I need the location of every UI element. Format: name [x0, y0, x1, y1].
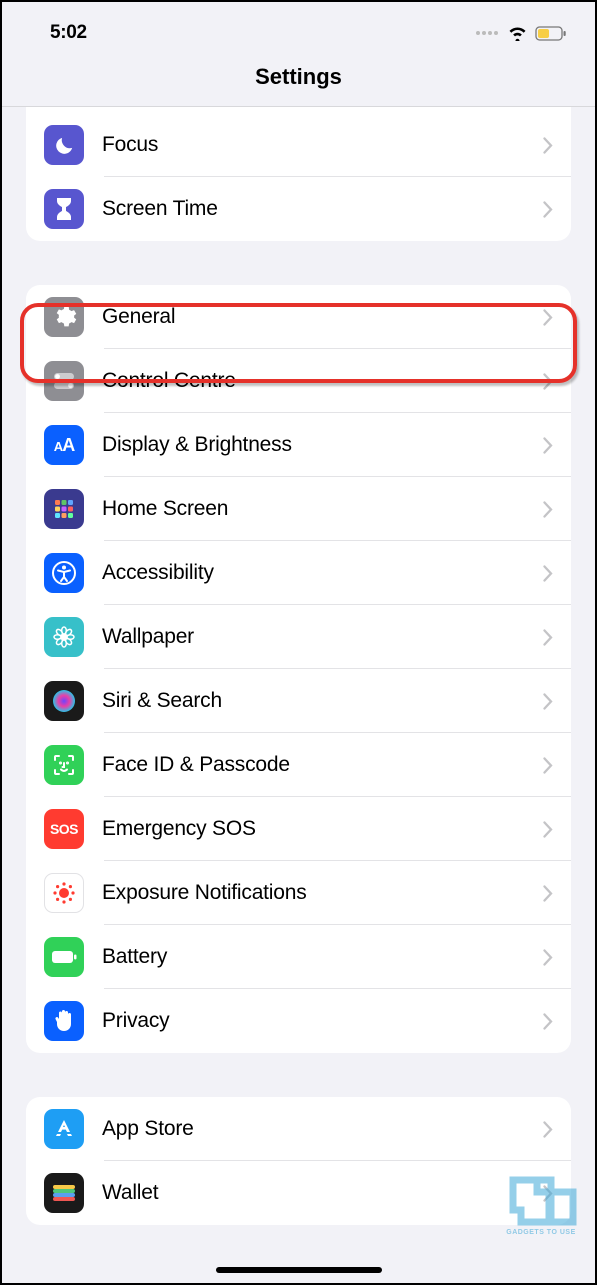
- face-id-icon: [44, 745, 84, 785]
- chevron-right-icon: [543, 501, 553, 518]
- appstore-icon: [44, 1109, 84, 1149]
- hourglass-icon: [44, 189, 84, 229]
- chevron-right-icon: [543, 629, 553, 646]
- row-label: Siri & Search: [102, 689, 543, 713]
- accessibility-icon: [44, 553, 84, 593]
- switches-icon: [44, 361, 84, 401]
- chevron-right-icon: [543, 137, 553, 154]
- cellular-icon: [476, 31, 498, 35]
- chevron-right-icon: [543, 201, 553, 218]
- exposure-icon: [44, 873, 84, 913]
- row-control-centre[interactable]: Control Centre: [26, 349, 571, 413]
- flower-icon: [44, 617, 84, 657]
- row-label: Control Centre: [102, 369, 543, 393]
- sos-icon: SOS: [44, 809, 84, 849]
- chevron-right-icon: [543, 1013, 553, 1030]
- text-size-icon: AA: [44, 425, 84, 465]
- chevron-right-icon: [543, 885, 553, 902]
- row-label: Focus: [102, 133, 543, 157]
- siri-icon: [44, 681, 84, 721]
- row-wallet[interactable]: Wallet: [26, 1161, 571, 1225]
- home-indicator[interactable]: [216, 1267, 382, 1273]
- row-face-id[interactable]: Face ID & Passcode: [26, 733, 571, 797]
- row-battery[interactable]: Battery: [26, 925, 571, 989]
- page-title: Settings: [2, 64, 595, 90]
- row-emergency-sos[interactable]: SOS Emergency SOS: [26, 797, 571, 861]
- row-label: Emergency SOS: [102, 817, 543, 841]
- row-label: Exposure Notifications: [102, 881, 543, 905]
- gear-icon: [44, 297, 84, 337]
- settings-list[interactable]: Focus Screen Time General: [2, 107, 595, 1283]
- row-label: Screen Time: [102, 197, 543, 221]
- chevron-right-icon: [543, 949, 553, 966]
- row-screen-time[interactable]: Screen Time: [26, 177, 571, 241]
- row-wallpaper[interactable]: Wallpaper: [26, 605, 571, 669]
- row-label: Accessibility: [102, 561, 543, 585]
- app-grid-icon: [44, 489, 84, 529]
- chevron-right-icon: [543, 437, 553, 454]
- wallet-icon: [44, 1173, 84, 1213]
- row-privacy[interactable]: Privacy: [26, 989, 571, 1053]
- chevron-right-icon: [543, 373, 553, 390]
- svg-text:GADGETS TO USE: GADGETS TO USE: [506, 1229, 576, 1236]
- settings-section: App Store Wallet: [26, 1097, 571, 1225]
- moon-icon: [44, 125, 84, 165]
- chevron-right-icon: [543, 309, 553, 326]
- row-home-screen[interactable]: Home Screen: [26, 477, 571, 541]
- battery-icon: [535, 26, 567, 41]
- row-label: Wallet: [102, 1181, 543, 1205]
- watermark: GADGETS TO USE: [493, 1170, 589, 1243]
- page-header: Settings: [2, 58, 595, 107]
- row-label: Wallpaper: [102, 625, 543, 649]
- row-app-store[interactable]: App Store: [26, 1097, 571, 1161]
- row-label: General: [102, 305, 543, 329]
- chevron-right-icon: [543, 565, 553, 582]
- status-indicators: [476, 25, 567, 41]
- row-focus[interactable]: Focus: [26, 113, 571, 177]
- hand-icon: [44, 1001, 84, 1041]
- row-label: Display & Brightness: [102, 433, 543, 457]
- status-bar: 5:02: [2, 2, 595, 58]
- chevron-right-icon: [543, 757, 553, 774]
- row-label: Home Screen: [102, 497, 543, 521]
- chevron-right-icon: [543, 821, 553, 838]
- row-accessibility[interactable]: Accessibility: [26, 541, 571, 605]
- status-time: 5:02: [50, 22, 87, 44]
- row-general[interactable]: General: [26, 285, 571, 349]
- row-label: App Store: [102, 1117, 543, 1141]
- row-label: Battery: [102, 945, 543, 969]
- battery-full-icon: [44, 937, 84, 977]
- settings-section: Focus Screen Time: [26, 107, 571, 241]
- chevron-right-icon: [543, 1121, 553, 1138]
- wifi-icon: [507, 25, 528, 41]
- row-label: Face ID & Passcode: [102, 753, 543, 777]
- row-siri-search[interactable]: Siri & Search: [26, 669, 571, 733]
- row-label: Privacy: [102, 1009, 543, 1033]
- row-exposure-notifications[interactable]: Exposure Notifications: [26, 861, 571, 925]
- row-display-brightness[interactable]: AA Display & Brightness: [26, 413, 571, 477]
- settings-section: General Control Centre AA Display & Brig…: [26, 285, 571, 1053]
- chevron-right-icon: [543, 693, 553, 710]
